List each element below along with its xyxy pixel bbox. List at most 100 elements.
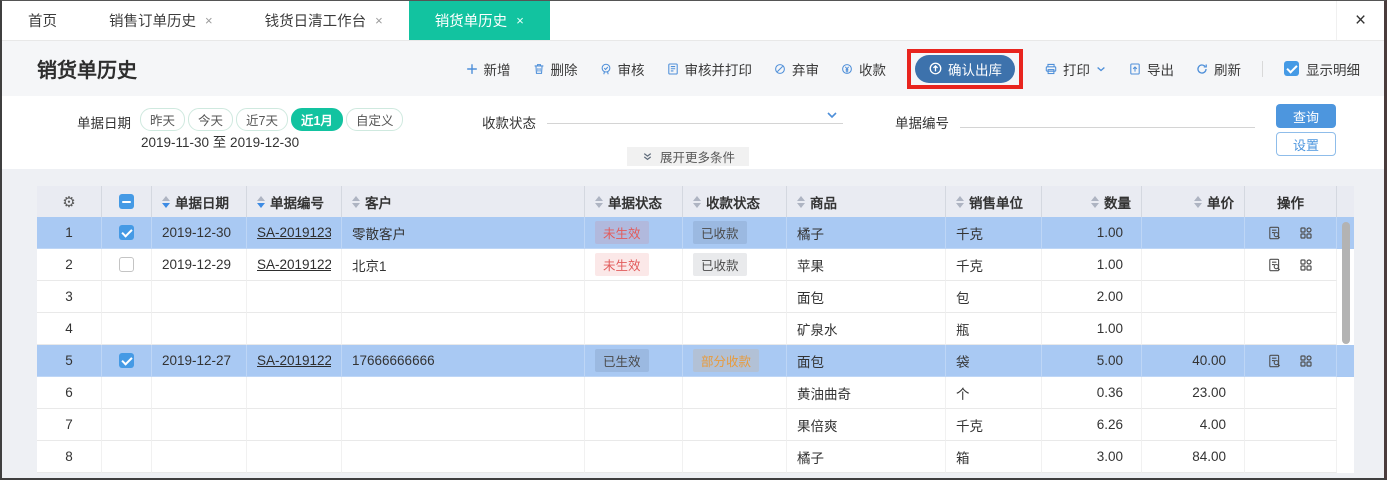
table-cell	[1245, 313, 1337, 345]
tab-3[interactable]: 销货单历史 ×	[408, 1, 550, 40]
vertical-scrollbar[interactable]	[1342, 222, 1350, 344]
doc-date: 2019-12-29	[162, 257, 232, 272]
app-window: 首页 销售订单历史 × 钱货日清工作台 × 销货单历史 × × 销货单历史 新增 删除 审核 审核…	[0, 0, 1387, 480]
doc-no-input[interactable]	[960, 108, 1255, 128]
table-cell: 已收款	[683, 217, 787, 249]
table-cell	[683, 409, 787, 441]
table-cell	[1245, 441, 1337, 473]
column-header-4[interactable]: 单据状态	[585, 186, 683, 217]
quantity: 1.00	[1096, 225, 1123, 240]
audit-print-button[interactable]: 审核并打印	[666, 59, 752, 79]
grid-ops-icon[interactable]	[1298, 353, 1314, 369]
date-preset-0[interactable]: 昨天	[140, 108, 186, 131]
table-row[interactable]: 1 2019-12-30 SA-20191230-0 零散客户 未生效 已收款 橘子 千克 1.…	[37, 217, 1354, 249]
add-button[interactable]: 新增	[465, 59, 511, 79]
tab-close-icon[interactable]: ×	[205, 13, 213, 28]
sort-arrows-icon[interactable]	[162, 195, 170, 208]
column-header-9[interactable]: 单价	[1142, 186, 1245, 217]
date-preset-1[interactable]: 今天	[188, 108, 234, 131]
product-name: 果倍爽	[797, 418, 838, 434]
doc-status-badge: 未生效	[595, 221, 649, 244]
table-row[interactable]: 8 橘子 箱 3.00 84.00	[37, 441, 1354, 473]
date-range-value[interactable]: 2019-11-30 至 2019-12-30	[141, 131, 299, 151]
toolbar-button-label: 新增	[483, 62, 511, 78]
delete-button[interactable]: 删除	[532, 59, 578, 79]
payment-status-select[interactable]	[547, 104, 843, 124]
sort-arrows-icon[interactable]	[956, 195, 964, 208]
table-cell: 1	[37, 217, 102, 249]
show-detail-checkbox[interactable]	[1284, 61, 1299, 76]
customer-name: 零散客户	[352, 226, 406, 242]
column-header-5[interactable]: 收款状态	[683, 186, 787, 217]
table-row[interactable]: 7 果倍爽 千克 6.26 4.00	[37, 409, 1354, 441]
show-detail-toggle[interactable]: 显示明细	[1284, 59, 1360, 79]
audit-button[interactable]: 审核	[599, 59, 645, 79]
sort-arrows-icon[interactable]	[257, 195, 265, 208]
row-checkbox[interactable]	[119, 225, 134, 240]
column-header-6[interactable]: 商品	[787, 186, 946, 217]
column-header-1[interactable]: 单据日期	[152, 186, 247, 217]
view-doc-icon[interactable]	[1267, 225, 1283, 241]
table-row[interactable]: 6 黄油曲奇 个 0.36 23.00	[37, 377, 1354, 409]
table-cell: 袋	[946, 345, 1042, 377]
view-doc-icon[interactable]	[1267, 257, 1283, 273]
window-close-button[interactable]: ×	[1336, 1, 1384, 40]
sort-arrows-icon[interactable]	[693, 195, 701, 208]
refresh-button[interactable]: 刷新	[1195, 59, 1241, 79]
column-header-2[interactable]: 单据编号	[247, 186, 342, 217]
sort-arrows-icon[interactable]	[1194, 195, 1202, 208]
collect-icon	[840, 62, 854, 76]
table-cell	[1142, 313, 1245, 345]
tab-home[interactable]: 首页	[2, 1, 83, 40]
print-button[interactable]: 打印	[1044, 59, 1107, 79]
column-settings-gear-icon[interactable]: ⚙	[62, 193, 75, 211]
table-row[interactable]: 2 2019-12-29 SA-20191229-0 北京1 未生效 已收款 苹果 千克 1.0…	[37, 249, 1354, 281]
date-preset-2[interactable]: 近7天	[236, 108, 288, 131]
tab-list: 首页 销售订单历史 × 钱货日清工作台 × 销货单历史 ×	[2, 1, 550, 40]
date-preset-3[interactable]: 近1月	[290, 108, 343, 131]
column-header-3[interactable]: 客户	[342, 186, 585, 217]
select-all-checkbox[interactable]	[119, 194, 134, 209]
column-header-8[interactable]: 数量	[1042, 186, 1142, 217]
table-cell	[342, 377, 585, 409]
export-button[interactable]: 导出	[1128, 59, 1174, 79]
date-preset-4[interactable]: 自定义	[345, 108, 404, 131]
column-header-7[interactable]: 销售单位	[946, 186, 1042, 217]
tab-close-icon[interactable]: ×	[375, 13, 383, 28]
product-name: 苹果	[797, 258, 824, 274]
table-cell: 未生效	[585, 217, 683, 249]
row-number: 3	[65, 289, 73, 304]
doc-no-link[interactable]: SA-20191229-0	[257, 257, 331, 272]
chevron-down-icon[interactable]	[824, 107, 840, 126]
tab-close-icon[interactable]: ×	[516, 13, 524, 28]
query-button[interactable]: 查询	[1276, 104, 1336, 128]
table-row[interactable]: 4 矿泉水 瓶 1.00	[37, 313, 1354, 345]
doc-no-link[interactable]: SA-20191227-0	[257, 353, 331, 368]
sort-arrows-icon[interactable]	[595, 195, 603, 208]
row-checkbox[interactable]	[119, 257, 134, 272]
chevron-down-icon[interactable]	[1095, 63, 1107, 75]
table-cell: SA-20191227-0	[247, 345, 342, 377]
table-row[interactable]: 3 面包 包 2.00	[37, 281, 1354, 313]
tab-2[interactable]: 钱货日清工作台 ×	[239, 1, 409, 40]
table-cell: 6	[37, 377, 102, 409]
unit-price: 4.00	[1199, 417, 1226, 432]
doc-no-link[interactable]: SA-20191230-0	[257, 225, 331, 240]
sort-arrows-icon[interactable]	[1091, 195, 1099, 208]
table-row[interactable]: 5 2019-12-27 SA-20191227-0 17666666666 已生效 部分…	[37, 345, 1354, 377]
collect-payment-button[interactable]: 收款	[840, 59, 886, 79]
tab-1[interactable]: 销售订单历史 ×	[83, 1, 239, 40]
grid-ops-icon[interactable]	[1298, 225, 1314, 241]
sales-unit: 千克	[956, 258, 983, 274]
sort-arrows-icon[interactable]	[352, 195, 360, 208]
unaudit-button[interactable]: 弃审	[773, 59, 819, 79]
grid-ops-icon[interactable]	[1298, 257, 1314, 273]
row-number: 7	[65, 417, 73, 432]
confirm-outbound-button[interactable]: 确认出库	[915, 54, 1015, 83]
table-cell	[585, 409, 683, 441]
view-doc-icon[interactable]	[1267, 353, 1283, 369]
row-checkbox[interactable]	[119, 353, 134, 368]
sort-arrows-icon[interactable]	[797, 195, 805, 208]
settings-button[interactable]: 设置	[1276, 132, 1336, 156]
expand-more-filters[interactable]: 展开更多条件	[627, 147, 750, 166]
